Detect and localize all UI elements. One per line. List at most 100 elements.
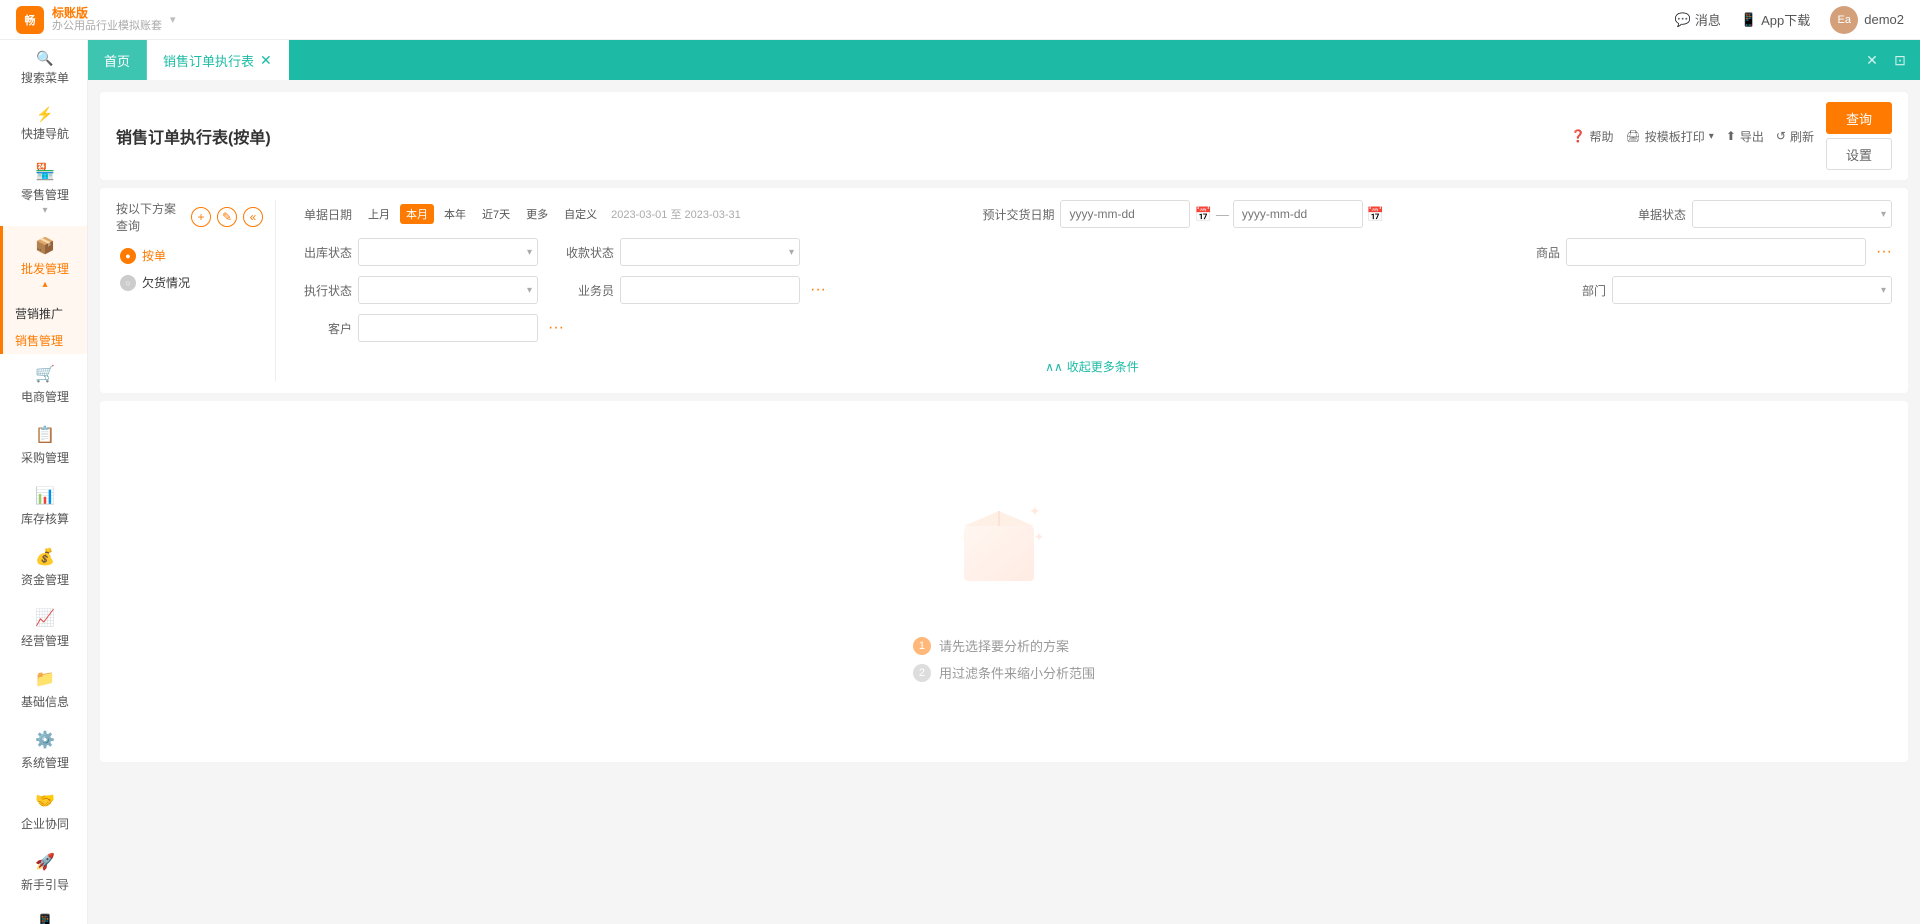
tab-sales-order-exec[interactable]: 销售订单执行表 ✕ bbox=[147, 40, 289, 80]
exec-status-select[interactable] bbox=[358, 276, 538, 304]
scheme-by-order-icon: ● bbox=[120, 248, 136, 264]
order-status-control: ▾ bbox=[1692, 200, 1892, 228]
payment-control: ▾ bbox=[620, 238, 800, 266]
operations-icon: 📈 bbox=[35, 608, 55, 628]
export-btn[interactable]: ⬆ 导出 bbox=[1726, 128, 1764, 145]
app-title: 标账版 bbox=[52, 6, 162, 20]
collapse-filter-btn[interactable]: ∧∧ 收起更多条件 bbox=[292, 352, 1892, 381]
calendar-icon-2[interactable]: 📅 bbox=[1367, 206, 1384, 223]
sidebar-item-finance[interactable]: 💰 资金管理 bbox=[0, 537, 87, 598]
shipment-label: 出库状态 bbox=[292, 244, 352, 261]
collapse-filter-label: 收起更多条件 bbox=[1067, 358, 1139, 375]
date-label: 单据日期 bbox=[292, 206, 352, 223]
app-dropdown-arrow[interactable]: ▾ bbox=[170, 13, 176, 26]
header-right: 💬 消息 📱 App下载 Ea demo2 bbox=[1675, 6, 1904, 34]
user-menu[interactable]: Ea demo2 bbox=[1830, 6, 1904, 34]
scheme-by-debt[interactable]: ○ 欠货情况 bbox=[116, 269, 263, 296]
shipment-select[interactable] bbox=[358, 238, 538, 266]
field-order-status: 单据状态 ▾ bbox=[1626, 200, 1892, 228]
tab-close-window-btn[interactable]: ✕ bbox=[1860, 48, 1884, 72]
sidebar-item-basic[interactable]: 📁 基础信息 bbox=[0, 659, 87, 720]
app-logo: 畅 bbox=[16, 6, 44, 34]
app-download-btn[interactable]: 📱 App下载 bbox=[1741, 10, 1810, 29]
goods-more-btn[interactable]: ··· bbox=[1876, 243, 1892, 261]
dept-control: ▾ bbox=[1612, 276, 1892, 304]
sidebar-purchase-label: 采购管理 bbox=[21, 449, 69, 466]
header-left: 畅 标账版 办公用品行业模拟账套 ▾ bbox=[16, 6, 176, 34]
sidebar-item-wholesale[interactable]: 📦 批发管理 ▴ bbox=[0, 226, 87, 300]
step-2-num: 2 bbox=[913, 664, 931, 682]
sidebar-item-retail[interactable]: 🏪 零售管理 ▾ bbox=[0, 152, 87, 226]
filter-row-1: 单据日期 上月 本月 本年 近7天 更多 自定义 2023 bbox=[292, 200, 1892, 228]
scheme-by-order[interactable]: ● 按单 bbox=[116, 242, 263, 269]
field-shipment: 出库状态 ▾ bbox=[292, 238, 538, 266]
btn-last-month[interactable]: 上月 bbox=[362, 204, 396, 224]
help-icon: ❓ bbox=[1571, 129, 1586, 143]
sidebar-item-purchase[interactable]: 📋 采购管理 bbox=[0, 415, 87, 476]
btn-custom-date[interactable]: 自定义 bbox=[558, 204, 603, 224]
salesperson-more-btn[interactable]: ··· bbox=[810, 281, 826, 299]
tab-close-btn[interactable]: ✕ bbox=[260, 52, 272, 69]
sidebar-item-appcenter[interactable]: 📱 应用中心 bbox=[0, 903, 87, 924]
message-icon: 💬 bbox=[1675, 12, 1691, 28]
edit-scheme-btn[interactable]: ✎ bbox=[217, 207, 237, 227]
sidebar: 🔍 搜索菜单 ⚡ 快捷导航 🏪 零售管理 ▾ 📦 批发管理 ▴ 营销推广 销售管… bbox=[0, 40, 88, 924]
expected-date-start[interactable] bbox=[1060, 200, 1190, 228]
payment-select[interactable] bbox=[620, 238, 800, 266]
sidebar-item-operations[interactable]: 📈 经营管理 bbox=[0, 598, 87, 659]
svg-text:✦: ✦ bbox=[1034, 530, 1044, 544]
print-dropdown-icon: ▾ bbox=[1709, 131, 1714, 142]
sidebar-newbie-label: 新手引导 bbox=[21, 876, 69, 893]
print-icon: 🖨 bbox=[1626, 129, 1641, 143]
tab-home[interactable]: 首页 bbox=[88, 40, 147, 80]
search-btn[interactable]: 查询 bbox=[1826, 102, 1892, 134]
customer-more-btn[interactable]: ··· bbox=[548, 319, 564, 337]
btn-current-year[interactable]: 本年 bbox=[438, 204, 472, 224]
sidebar-item-system[interactable]: ⚙️ 系统管理 bbox=[0, 720, 87, 781]
btn-more-dates[interactable]: 更多 bbox=[520, 204, 554, 224]
sidebar-sub-sales[interactable]: 销售管理 bbox=[3, 327, 87, 354]
purchase-icon: 📋 bbox=[35, 425, 55, 445]
field-customer: 客户 ··· bbox=[292, 314, 564, 342]
wholesale-expand-icon: ▴ bbox=[42, 279, 47, 290]
sidebar-operations-label: 经营管理 bbox=[21, 632, 69, 649]
expected-date-label: 预计交货日期 bbox=[982, 206, 1054, 223]
setting-btn[interactable]: 设置 bbox=[1826, 138, 1892, 170]
sidebar-sub-marketing[interactable]: 营销推广 bbox=[3, 300, 87, 327]
filter-row-3: 执行状态 ▾ 业务员 bbox=[292, 276, 1892, 304]
exec-status-label: 执行状态 bbox=[292, 282, 352, 299]
sidebar-item-newbie[interactable]: 🚀 新手引导 bbox=[0, 842, 87, 903]
btn-current-month[interactable]: 本月 bbox=[400, 204, 434, 224]
message-btn[interactable]: 💬 消息 bbox=[1675, 10, 1721, 29]
filter-panel: 按以下方案查询 + ✎ « ● 按单 ○ bbox=[100, 188, 1908, 393]
sidebar-item-cooperation[interactable]: 🤝 企业协同 bbox=[0, 781, 87, 842]
btn-last-7-days[interactable]: 近7天 bbox=[476, 204, 516, 224]
customer-label: 客户 bbox=[292, 320, 352, 337]
refresh-btn[interactable]: ↺ 刷新 bbox=[1776, 128, 1814, 145]
dept-select[interactable] bbox=[1612, 276, 1892, 304]
sidebar-search[interactable]: 🔍 搜索菜单 bbox=[0, 40, 87, 96]
calendar-icon-1[interactable]: 📅 bbox=[1194, 206, 1211, 223]
inventory-icon: 📊 bbox=[35, 486, 55, 506]
expected-date-end[interactable] bbox=[1233, 200, 1363, 228]
sidebar-item-ecommerce[interactable]: 🛒 电商管理 bbox=[0, 354, 87, 415]
user-avatar: Ea bbox=[1830, 6, 1858, 34]
download-icon: 📱 bbox=[1741, 12, 1757, 28]
filter-main: 单据日期 上月 本月 本年 近7天 更多 自定义 2023 bbox=[292, 200, 1892, 381]
collapse-scheme-btn[interactable]: « bbox=[243, 207, 263, 227]
order-status-select[interactable] bbox=[1692, 200, 1892, 228]
sidebar-quick-nav[interactable]: ⚡ 快捷导航 bbox=[0, 96, 87, 152]
template-print-btn[interactable]: 🖨 按模板打印 ▾ bbox=[1626, 128, 1714, 145]
tab-restore-btn[interactable]: ⊡ bbox=[1888, 48, 1912, 72]
sidebar-inventory-label: 库存核算 bbox=[21, 510, 69, 527]
add-scheme-btn[interactable]: + bbox=[191, 207, 211, 227]
field-exec-status: 执行状态 ▾ bbox=[292, 276, 538, 304]
salesperson-input[interactable] bbox=[620, 276, 800, 304]
app-download-label: App下载 bbox=[1761, 10, 1810, 29]
customer-input[interactable] bbox=[358, 314, 538, 342]
shipment-control: ▾ bbox=[358, 238, 538, 266]
goods-input[interactable] bbox=[1566, 238, 1866, 266]
help-btn[interactable]: ❓ 帮助 bbox=[1571, 128, 1614, 145]
retail-expand-icon: ▾ bbox=[42, 205, 47, 216]
sidebar-item-inventory[interactable]: 📊 库存核算 bbox=[0, 476, 87, 537]
